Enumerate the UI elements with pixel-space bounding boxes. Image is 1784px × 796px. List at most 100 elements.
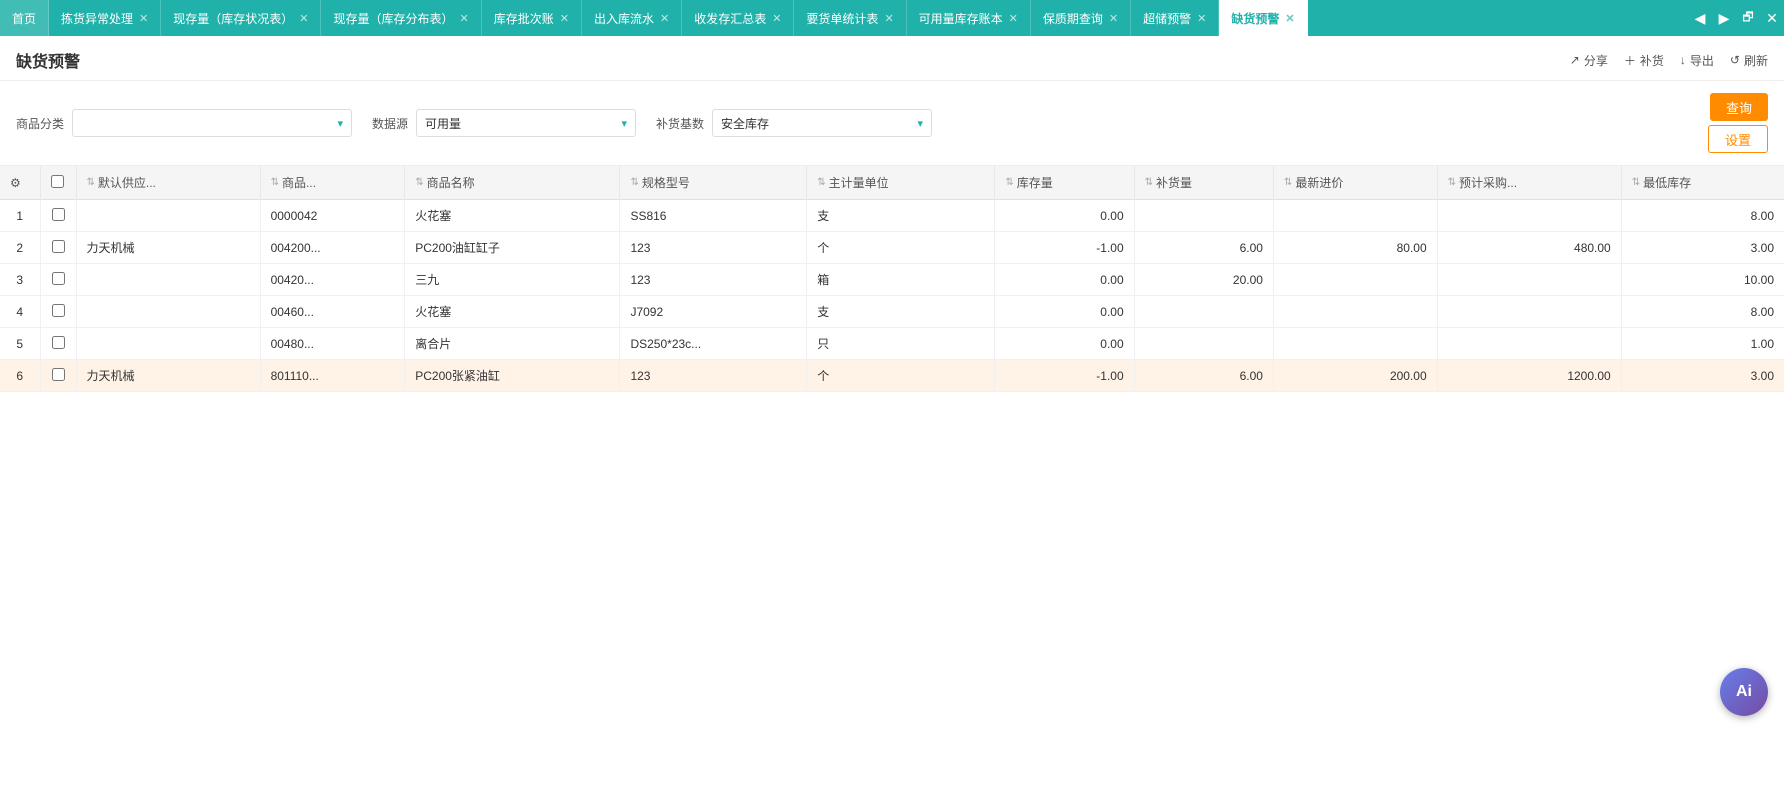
col-checkbox[interactable] (40, 166, 76, 200)
datasource-value: 可用量 (425, 115, 461, 132)
sort-icon: ⇅ (1145, 177, 1153, 188)
row-estimated-3 (1437, 264, 1621, 296)
row-supplier-5 (76, 328, 260, 360)
page-content: 缺货预警 ↗ 分享 ＋ 补货 ↓ 导出 ↺ 刷新 商品分类 (0, 36, 1784, 796)
col-latest-price[interactable]: ⇅ 最新进价 (1273, 166, 1437, 200)
export-action[interactable]: ↓ 导出 (1680, 52, 1714, 69)
tab-restore-button[interactable]: 🗗 (1736, 0, 1760, 36)
tab-inventory-status[interactable]: 现存量（库存状况表） ✕ (161, 0, 321, 36)
tab-prev-button[interactable]: ◀ (1688, 0, 1712, 36)
replenish-base-chevron-icon: ▾ (918, 117, 924, 130)
row-checkbox-6[interactable] (40, 360, 76, 392)
category-filter-group: 商品分类 ▾ (16, 109, 352, 137)
tab-shortage-warning[interactable]: 缺货预警 ✕ (1219, 0, 1307, 36)
header-actions: ↗ 分享 ＋ 补货 ↓ 导出 ↺ 刷新 (1570, 52, 1768, 69)
tab-next-button[interactable]: ▶ (1712, 0, 1736, 36)
datasource-filter-group: 数据源 可用量 ▾ (372, 109, 636, 137)
replenish-action[interactable]: ＋ 补货 (1624, 52, 1664, 69)
row-checkbox-1[interactable] (40, 200, 76, 232)
row-replenish-4 (1134, 296, 1273, 328)
tab-close-order-stats[interactable]: ✕ (884, 12, 893, 25)
sort-icon: ⇅ (87, 177, 95, 188)
col-spec[interactable]: ⇅ 规格型号 (620, 166, 807, 200)
row-spec-4: J7092 (620, 296, 807, 328)
category-label: 商品分类 (16, 115, 64, 132)
replenish-base-select[interactable]: 安全库存 ▾ (712, 109, 932, 137)
tab-close-inventory-dist[interactable]: ✕ (460, 12, 469, 25)
tab-home[interactable]: 首页 (0, 0, 49, 36)
col-min-stock[interactable]: ⇅ 最低库存 (1621, 166, 1784, 200)
category-chevron-icon: ▾ (337, 117, 343, 130)
query-button[interactable]: 查询 (1710, 93, 1768, 121)
table-header-row: ⚙ ⇅ 默认供应... ⇅ 商品... (0, 166, 1784, 200)
row-min-stock-1: 8.00 (1621, 200, 1784, 232)
refresh-action[interactable]: ↺ 刷新 (1730, 52, 1768, 69)
row-name-3: 三九 (405, 264, 620, 296)
select-all-checkbox[interactable] (51, 175, 64, 188)
row-spec-1: SS816 (620, 200, 807, 232)
row-replenish-3: 20.00 (1134, 264, 1273, 296)
col-supplier[interactable]: ⇅ 默认供应... (76, 166, 260, 200)
row-name-4: 火花塞 (405, 296, 620, 328)
export-icon: ↓ (1680, 53, 1686, 67)
category-select[interactable]: ▾ (72, 109, 352, 137)
row-unit-5: 只 (807, 328, 995, 360)
tab-close-shortage-warning[interactable]: ✕ (1285, 12, 1294, 25)
row-estimated-2: 480.00 (1437, 232, 1621, 264)
tab-expiry-query[interactable]: 保质期查询 ✕ (1031, 0, 1131, 36)
row-checkbox-3[interactable] (40, 264, 76, 296)
tab-available-ledger[interactable]: 可用量库存账本 ✕ (907, 0, 1031, 36)
row-unit-6: 个 (807, 360, 995, 392)
tab-close-inventory-status[interactable]: ✕ (299, 12, 308, 25)
data-table: ⚙ ⇅ 默认供应... ⇅ 商品... (0, 166, 1784, 392)
tab-overstock-warning[interactable]: 超储预警 ✕ (1131, 0, 1219, 36)
row-checkbox-4[interactable] (40, 296, 76, 328)
row-stock-1: 0.00 (995, 200, 1134, 232)
col-product-name[interactable]: ⇅ 商品名称 (405, 166, 620, 200)
sort-icon: ⇅ (1448, 177, 1456, 188)
row-name-6: PC200张紧油缸 (405, 360, 620, 392)
sort-icon: ⇅ (630, 177, 638, 188)
col-replenish[interactable]: ⇅ 补货量 (1134, 166, 1273, 200)
row-num-4: 4 (0, 296, 40, 328)
row-code-1: 0000042 (260, 200, 405, 232)
tab-close-batch-account[interactable]: ✕ (560, 12, 569, 25)
tab-inventory-dist[interactable]: 现存量（库存分布表） ✕ (321, 0, 481, 36)
tab-batch-account[interactable]: 库存批次账 ✕ (482, 0, 582, 36)
tab-close-defect-abnormal[interactable]: ✕ (139, 12, 148, 25)
tab-collect-summary[interactable]: 收发存汇总表 ✕ (682, 0, 794, 36)
row-replenish-2: 6.00 (1134, 232, 1273, 264)
tab-close-inout-flow[interactable]: ✕ (660, 12, 669, 25)
tab-defect-abnormal[interactable]: 拣货异常处理 ✕ (49, 0, 161, 36)
row-code-6: 801110... (260, 360, 405, 392)
tab-close-collect-summary[interactable]: ✕ (772, 12, 781, 25)
col-product-code[interactable]: ⇅ 商品... (260, 166, 405, 200)
datasource-label: 数据源 (372, 115, 408, 132)
share-action[interactable]: ↗ 分享 (1570, 52, 1608, 69)
tab-inout-flow[interactable]: 出入库流水 ✕ (582, 0, 682, 36)
tab-close-overstock-warning[interactable]: ✕ (1197, 12, 1206, 25)
sort-icon: ⇅ (817, 177, 825, 188)
page-header: 缺货预警 ↗ 分享 ＋ 补货 ↓ 导出 ↺ 刷新 (0, 36, 1784, 81)
row-estimated-1 (1437, 200, 1621, 232)
sort-icon: ⇅ (415, 177, 423, 188)
col-gear[interactable]: ⚙ (0, 166, 40, 200)
tab-close-available-ledger[interactable]: ✕ (1009, 12, 1018, 25)
row-stock-2: -1.00 (995, 232, 1134, 264)
table-row: 1 0000042 火花塞 SS816 支 0.00 8.00 (0, 200, 1784, 232)
table-row: 2 力天机械 004200... PC200油缸缸子 123 个 -1.00 6… (0, 232, 1784, 264)
row-latest-price-3 (1273, 264, 1437, 296)
tab-order-stats[interactable]: 要货单统计表 ✕ (794, 0, 906, 36)
col-unit[interactable]: ⇅ 主计量单位 (807, 166, 995, 200)
row-checkbox-5[interactable] (40, 328, 76, 360)
row-checkbox-2[interactable] (40, 232, 76, 264)
col-estimated-purchase[interactable]: ⇅ 预计采购... (1437, 166, 1621, 200)
gear-icon: ⚙ (10, 176, 21, 190)
settings-button[interactable]: 设置 (1708, 125, 1768, 153)
datasource-select[interactable]: 可用量 ▾ (416, 109, 636, 137)
ai-badge[interactable]: Ai (1720, 668, 1768, 716)
col-stock[interactable]: ⇅ 库存量 (995, 166, 1134, 200)
tab-close-button[interactable]: ✕ (1760, 0, 1784, 36)
row-stock-3: 0.00 (995, 264, 1134, 296)
tab-close-expiry-query[interactable]: ✕ (1109, 12, 1118, 25)
